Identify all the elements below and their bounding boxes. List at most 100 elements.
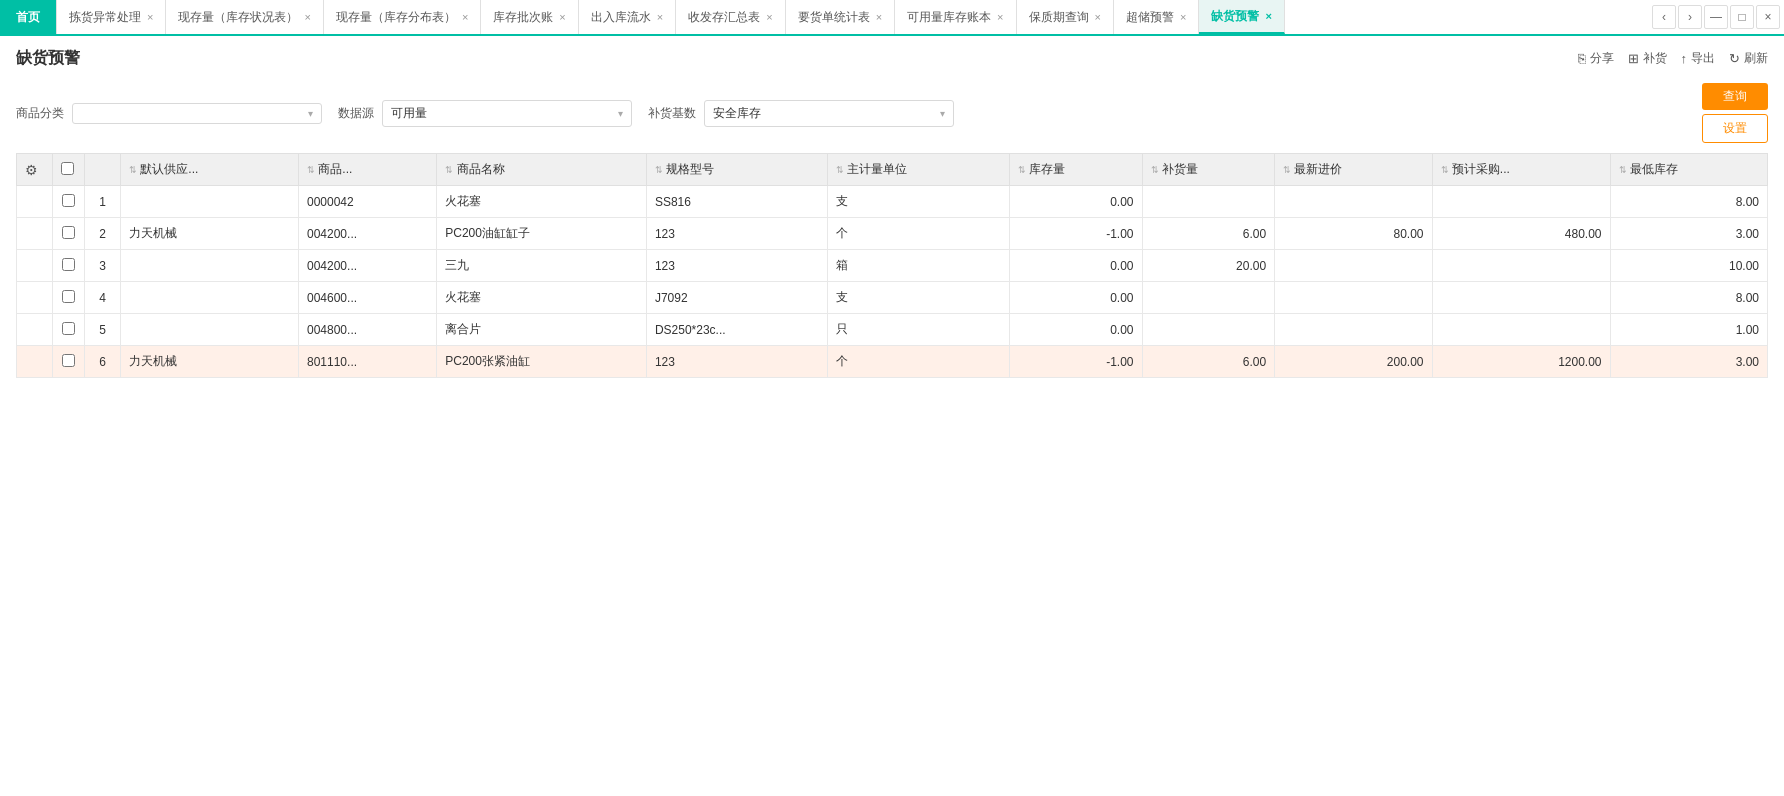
main-content: 缺货预警 ⎘ 分享 ⊞ 补货 ↑ 导出 ↻ 刷新 商品分类 [0, 36, 1784, 796]
category-select[interactable]: ▾ [72, 103, 322, 124]
replenish-icon: ⊞ [1628, 51, 1639, 66]
row-supplier [121, 282, 299, 314]
row-num: 4 [85, 282, 121, 314]
row-check-cell[interactable] [53, 218, 85, 250]
replenish-base-label: 补货基数 [648, 105, 696, 122]
refresh-label: 刷新 [1744, 50, 1768, 67]
tab-close-icon[interactable]: × [1095, 11, 1101, 23]
column-product-name[interactable]: ⇅ 商品名称 [437, 154, 647, 186]
row-checkbox[interactable] [62, 322, 75, 335]
row-unit: 只 [827, 314, 1009, 346]
column-unit[interactable]: ⇅ 主计量单位 [827, 154, 1009, 186]
row-check-cell[interactable] [53, 282, 85, 314]
tab-close-icon[interactable]: × [657, 11, 663, 23]
replenish-button[interactable]: ⊞ 补货 [1628, 50, 1667, 67]
row-unit: 个 [827, 346, 1009, 378]
column-latest-price[interactable]: ⇅ 最新进价 [1275, 154, 1432, 186]
export-label: 导出 [1691, 50, 1715, 67]
share-button[interactable]: ⎘ 分享 [1578, 50, 1614, 67]
tab-close-icon[interactable]: × [1180, 11, 1186, 23]
column-product-code[interactable]: ⇅ 商品... [299, 154, 437, 186]
tab-close-icon[interactable]: × [876, 11, 882, 23]
tab-minimize-btn[interactable]: — [1704, 5, 1728, 29]
column-est-purchase[interactable]: ⇅ 预计采购... [1432, 154, 1610, 186]
row-spec: 123 [646, 218, 827, 250]
tab-receive-summary[interactable]: 收发存汇总表× [676, 0, 785, 34]
tab-close-icon[interactable]: × [147, 11, 153, 23]
tab-label: 拣货异常处理 [69, 9, 141, 26]
row-latest-price: 200.00 [1275, 346, 1432, 378]
tab-shortage[interactable]: 缺货预警× [1199, 0, 1284, 34]
row-stock: -1.00 [1009, 346, 1142, 378]
row-replenish-qty [1142, 282, 1275, 314]
row-latest-price [1275, 282, 1432, 314]
tab-close-icon[interactable]: × [997, 11, 1003, 23]
gear-icon[interactable]: ⚙ [25, 162, 38, 178]
tab-expiry-query[interactable]: 保质期查询× [1017, 0, 1114, 34]
tab-home[interactable]: 首页 [0, 0, 57, 34]
row-checkbox[interactable] [62, 226, 75, 239]
tab-maximize-btn[interactable]: □ [1730, 5, 1754, 29]
replenish-label: 补货 [1643, 50, 1667, 67]
tab-close-icon[interactable]: × [462, 11, 468, 23]
tab-inout-flow[interactable]: 出入库流水× [579, 0, 676, 34]
tab-label: 可用量库存账本 [907, 9, 991, 26]
datasource-filter-group: 数据源 可用量 ▾ [338, 100, 632, 127]
row-min-stock: 10.00 [1610, 250, 1767, 282]
row-est-purchase: 1200.00 [1432, 346, 1610, 378]
column-replenish-qty[interactable]: ⇅ 补货量 [1142, 154, 1275, 186]
column-gear[interactable]: ⚙ [17, 154, 53, 186]
column-default-supplier[interactable]: ⇅ 默认供应... [121, 154, 299, 186]
share-label: 分享 [1590, 50, 1614, 67]
table-row: 2 力天机械 004200... PC200油缸缸子 123 个 -1.00 6… [17, 218, 1768, 250]
row-checkbox[interactable] [62, 258, 75, 271]
tab-prev-btn[interactable]: ‹ [1652, 5, 1676, 29]
query-button[interactable]: 查询 [1702, 83, 1768, 110]
replenish-base-select[interactable]: 安全库存 ▾ [704, 100, 954, 127]
category-filter-group: 商品分类 ▾ [16, 103, 322, 124]
tab-abnormal[interactable]: 拣货异常处理 × [57, 0, 166, 34]
tab-batch-account[interactable]: 库存批次账× [481, 0, 578, 34]
column-stock[interactable]: ⇅ 库存量 [1009, 154, 1142, 186]
row-replenish-qty [1142, 186, 1275, 218]
column-spec[interactable]: ⇅ 规格型号 [646, 154, 827, 186]
row-product-name: PC200张紧油缸 [437, 346, 647, 378]
replenish-base-chevron-icon: ▾ [940, 108, 945, 119]
page-title: 缺货预警 [16, 48, 80, 69]
tab-close-icon[interactable]: × [1265, 10, 1271, 22]
export-button[interactable]: ↑ 导出 [1681, 50, 1716, 67]
refresh-button[interactable]: ↻ 刷新 [1729, 50, 1768, 67]
row-replenish-qty: 20.00 [1142, 250, 1275, 282]
row-check-cell[interactable] [53, 250, 85, 282]
datasource-select[interactable]: 可用量 ▾ [382, 100, 632, 127]
row-check-cell[interactable] [53, 346, 85, 378]
row-checkbox[interactable] [62, 290, 75, 303]
tab-close-icon[interactable]: × [559, 11, 565, 23]
tab-overstock[interactable]: 超储预警× [1114, 0, 1199, 34]
row-check-cell[interactable] [53, 186, 85, 218]
tab-stock-status[interactable]: 现存量（库存状况表）× [166, 0, 323, 34]
tab-stock-dist[interactable]: 现存量（库存分布表）× [324, 0, 481, 34]
tab-close-icon[interactable]: × [766, 11, 772, 23]
table-row: 6 力天机械 801110... PC200张紧油缸 123 个 -1.00 6… [17, 346, 1768, 378]
tab-close-btn[interactable]: × [1756, 5, 1780, 29]
row-min-stock: 3.00 [1610, 346, 1767, 378]
row-replenish-qty: 6.00 [1142, 346, 1275, 378]
column-min-stock[interactable]: ⇅ 最低库存 [1610, 154, 1767, 186]
row-check-cell[interactable] [53, 314, 85, 346]
select-all-checkbox[interactable] [61, 162, 74, 175]
settings-button[interactable]: 设置 [1702, 114, 1768, 143]
row-stock: 0.00 [1009, 186, 1142, 218]
tab-demand-stat[interactable]: 要货单统计表× [786, 0, 895, 34]
row-est-purchase [1432, 186, 1610, 218]
tab-available-ledger[interactable]: 可用量库存账本 × [895, 0, 1016, 34]
tab-close-icon[interactable]: × [304, 11, 310, 23]
datasource-select-value: 可用量 [391, 105, 427, 122]
row-checkbox[interactable] [62, 194, 75, 207]
filter-button-group: 查询 设置 [1702, 83, 1768, 143]
row-num: 3 [85, 250, 121, 282]
category-filter-label: 商品分类 [16, 105, 64, 122]
tab-next-btn[interactable]: › [1678, 5, 1702, 29]
row-checkbox[interactable] [62, 354, 75, 367]
row-min-stock: 8.00 [1610, 186, 1767, 218]
